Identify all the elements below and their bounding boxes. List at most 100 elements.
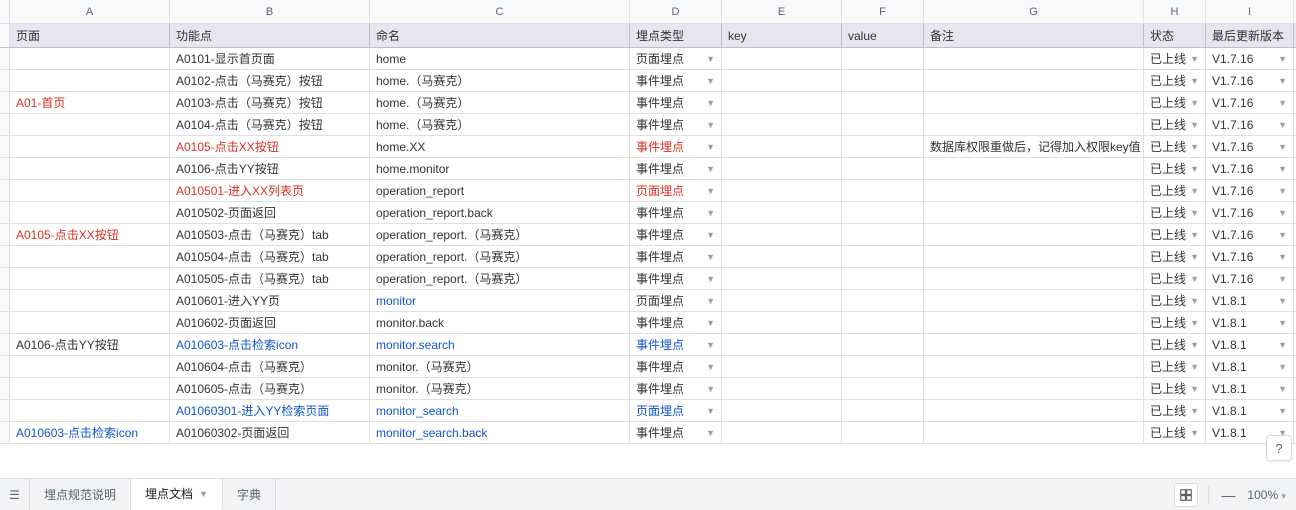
header-value[interactable]: value: [842, 24, 924, 47]
chevron-down-icon[interactable]: ▼: [702, 340, 715, 350]
cell-page[interactable]: [10, 400, 170, 421]
cell-remark[interactable]: [924, 356, 1144, 377]
header-function[interactable]: 功能点: [170, 24, 370, 47]
cell-page[interactable]: [10, 70, 170, 91]
chevron-down-icon[interactable]: ▼: [1274, 142, 1287, 152]
cell-status[interactable]: 已上线▼: [1144, 290, 1206, 311]
explore-icon[interactable]: [1174, 483, 1198, 507]
table-row[interactable]: A010502-页面返回operation_report.back事件埋点▼已上…: [0, 202, 1296, 224]
table-row[interactable]: A010504-点击（马赛克）taboperation_report.（马赛克）…: [0, 246, 1296, 268]
table-row[interactable]: A010602-页面返回monitor.back事件埋点▼已上线▼V1.8.1▼: [0, 312, 1296, 334]
cell-tracking-type[interactable]: 事件埋点▼: [630, 224, 722, 245]
cell-function[interactable]: A0106-点击YY按钮: [170, 158, 370, 179]
cell-function[interactable]: A010601-进入YY页: [170, 290, 370, 311]
cell-tracking-type[interactable]: 事件埋点▼: [630, 136, 722, 157]
cell-key[interactable]: [722, 290, 842, 311]
cell-version[interactable]: V1.7.16▼: [1206, 114, 1294, 135]
cell-page[interactable]: [10, 158, 170, 179]
table-row[interactable]: A010603-点击检索iconA01060302-页面返回monitor_se…: [0, 422, 1296, 444]
chevron-down-icon[interactable]: ▼: [199, 489, 208, 499]
chevron-down-icon[interactable]: ▼: [1274, 186, 1287, 196]
cell-status[interactable]: 已上线▼: [1144, 48, 1206, 69]
table-row[interactable]: A0106-点击YY按钮A010603-点击检索iconmonitor.sear…: [0, 334, 1296, 356]
table-row[interactable]: A0104-点击（马赛克）按钮home.（马赛克）事件埋点▼已上线▼V1.7.1…: [0, 114, 1296, 136]
help-button[interactable]: ?: [1266, 435, 1292, 461]
chevron-down-icon[interactable]: ▼: [1186, 252, 1199, 262]
table-row[interactable]: A0101-显示首页面home页面埋点▼已上线▼V1.7.16▼: [0, 48, 1296, 70]
cell-status[interactable]: 已上线▼: [1144, 246, 1206, 267]
cell-key[interactable]: [722, 92, 842, 113]
chevron-down-icon[interactable]: ▼: [702, 120, 715, 130]
cell-key[interactable]: [722, 70, 842, 91]
cell-tracking-type[interactable]: 事件埋点▼: [630, 246, 722, 267]
cell-remark[interactable]: 数据库权限重做后，记得加入权限key值: [924, 136, 1144, 157]
cell-status[interactable]: 已上线▼: [1144, 202, 1206, 223]
cell-page[interactable]: [10, 48, 170, 69]
cell-status[interactable]: 已上线▼: [1144, 180, 1206, 201]
cell-value-col[interactable]: [842, 400, 924, 421]
cell-value-col[interactable]: [842, 136, 924, 157]
cell-function[interactable]: A010501-进入XX列表页: [170, 180, 370, 201]
cell-page[interactable]: [10, 312, 170, 333]
col-letter-E[interactable]: E: [722, 0, 842, 23]
cell-remark[interactable]: [924, 92, 1144, 113]
cell-page[interactable]: [10, 356, 170, 377]
chevron-down-icon[interactable]: ▼: [1186, 296, 1199, 306]
cell-page[interactable]: [10, 268, 170, 289]
table-row[interactable]: A0102-点击（马赛克）按钮home.（马赛克）事件埋点▼已上线▼V1.7.1…: [0, 70, 1296, 92]
cell-remark[interactable]: [924, 334, 1144, 355]
table-row[interactable]: A0105-点击XX按钮home.XX事件埋点▼数据库权限重做后，记得加入权限k…: [0, 136, 1296, 158]
cell-value-col[interactable]: [842, 92, 924, 113]
cell-version[interactable]: V1.8.1▼: [1206, 378, 1294, 399]
cell-status[interactable]: 已上线▼: [1144, 378, 1206, 399]
table-row[interactable]: A01-首页A0103-点击（马赛克）按钮home.（马赛克）事件埋点▼已上线▼…: [0, 92, 1296, 114]
cell-version[interactable]: V1.7.16▼: [1206, 70, 1294, 91]
chevron-down-icon[interactable]: ▼: [1186, 164, 1199, 174]
cell-function[interactable]: A010603-点击检索icon: [170, 334, 370, 355]
cell-key[interactable]: [722, 224, 842, 245]
cell-status[interactable]: 已上线▼: [1144, 136, 1206, 157]
cell-function[interactable]: A010503-点击（马赛克）tab: [170, 224, 370, 245]
cell-key[interactable]: [722, 356, 842, 377]
cell-value-col[interactable]: [842, 114, 924, 135]
cell-naming[interactable]: monitor_search.back: [370, 422, 630, 443]
header-page[interactable]: 页面: [10, 24, 170, 47]
chevron-down-icon[interactable]: ▼: [1274, 120, 1287, 130]
cell-remark[interactable]: [924, 202, 1144, 223]
cell-naming[interactable]: home.（马赛克）: [370, 92, 630, 113]
cell-version[interactable]: V1.7.16▼: [1206, 180, 1294, 201]
cell-page[interactable]: [10, 136, 170, 157]
cell-naming[interactable]: operation_report: [370, 180, 630, 201]
zoom-out-button[interactable]: —: [1219, 487, 1237, 503]
sheet-tab[interactable]: 字典: [223, 479, 276, 510]
cell-function[interactable]: A0102-点击（马赛克）按钮: [170, 70, 370, 91]
chevron-down-icon[interactable]: ▼: [1274, 164, 1287, 174]
cell-function[interactable]: A0103-点击（马赛克）按钮: [170, 92, 370, 113]
chevron-down-icon[interactable]: ▼: [1186, 208, 1199, 218]
chevron-down-icon[interactable]: ▼: [702, 164, 715, 174]
cell-key[interactable]: [722, 136, 842, 157]
cell-version[interactable]: V1.7.16▼: [1206, 224, 1294, 245]
col-letter-F[interactable]: F: [842, 0, 924, 23]
chevron-down-icon[interactable]: ▼: [1274, 384, 1287, 394]
cell-page[interactable]: [10, 378, 170, 399]
chevron-down-icon[interactable]: ▼: [702, 406, 715, 416]
cell-key[interactable]: [722, 48, 842, 69]
cell-version[interactable]: V1.7.16▼: [1206, 202, 1294, 223]
cell-remark[interactable]: [924, 158, 1144, 179]
cell-version[interactable]: V1.8.1▼: [1206, 334, 1294, 355]
chevron-down-icon[interactable]: ▼: [702, 362, 715, 372]
cell-value-col[interactable]: [842, 70, 924, 91]
cell-key[interactable]: [722, 114, 842, 135]
chevron-down-icon[interactable]: ▼: [1186, 274, 1199, 284]
chevron-down-icon[interactable]: ▼: [1186, 186, 1199, 196]
chevron-down-icon[interactable]: ▼: [1274, 406, 1287, 416]
cell-naming[interactable]: home: [370, 48, 630, 69]
chevron-down-icon[interactable]: ▼: [1186, 230, 1199, 240]
chevron-down-icon[interactable]: ▼: [1186, 318, 1199, 328]
cell-key[interactable]: [722, 158, 842, 179]
cell-tracking-type[interactable]: 事件埋点▼: [630, 356, 722, 377]
cell-tracking-type[interactable]: 事件埋点▼: [630, 378, 722, 399]
cell-naming[interactable]: monitor.search: [370, 334, 630, 355]
header-tracking-type[interactable]: 埋点类型: [630, 24, 722, 47]
